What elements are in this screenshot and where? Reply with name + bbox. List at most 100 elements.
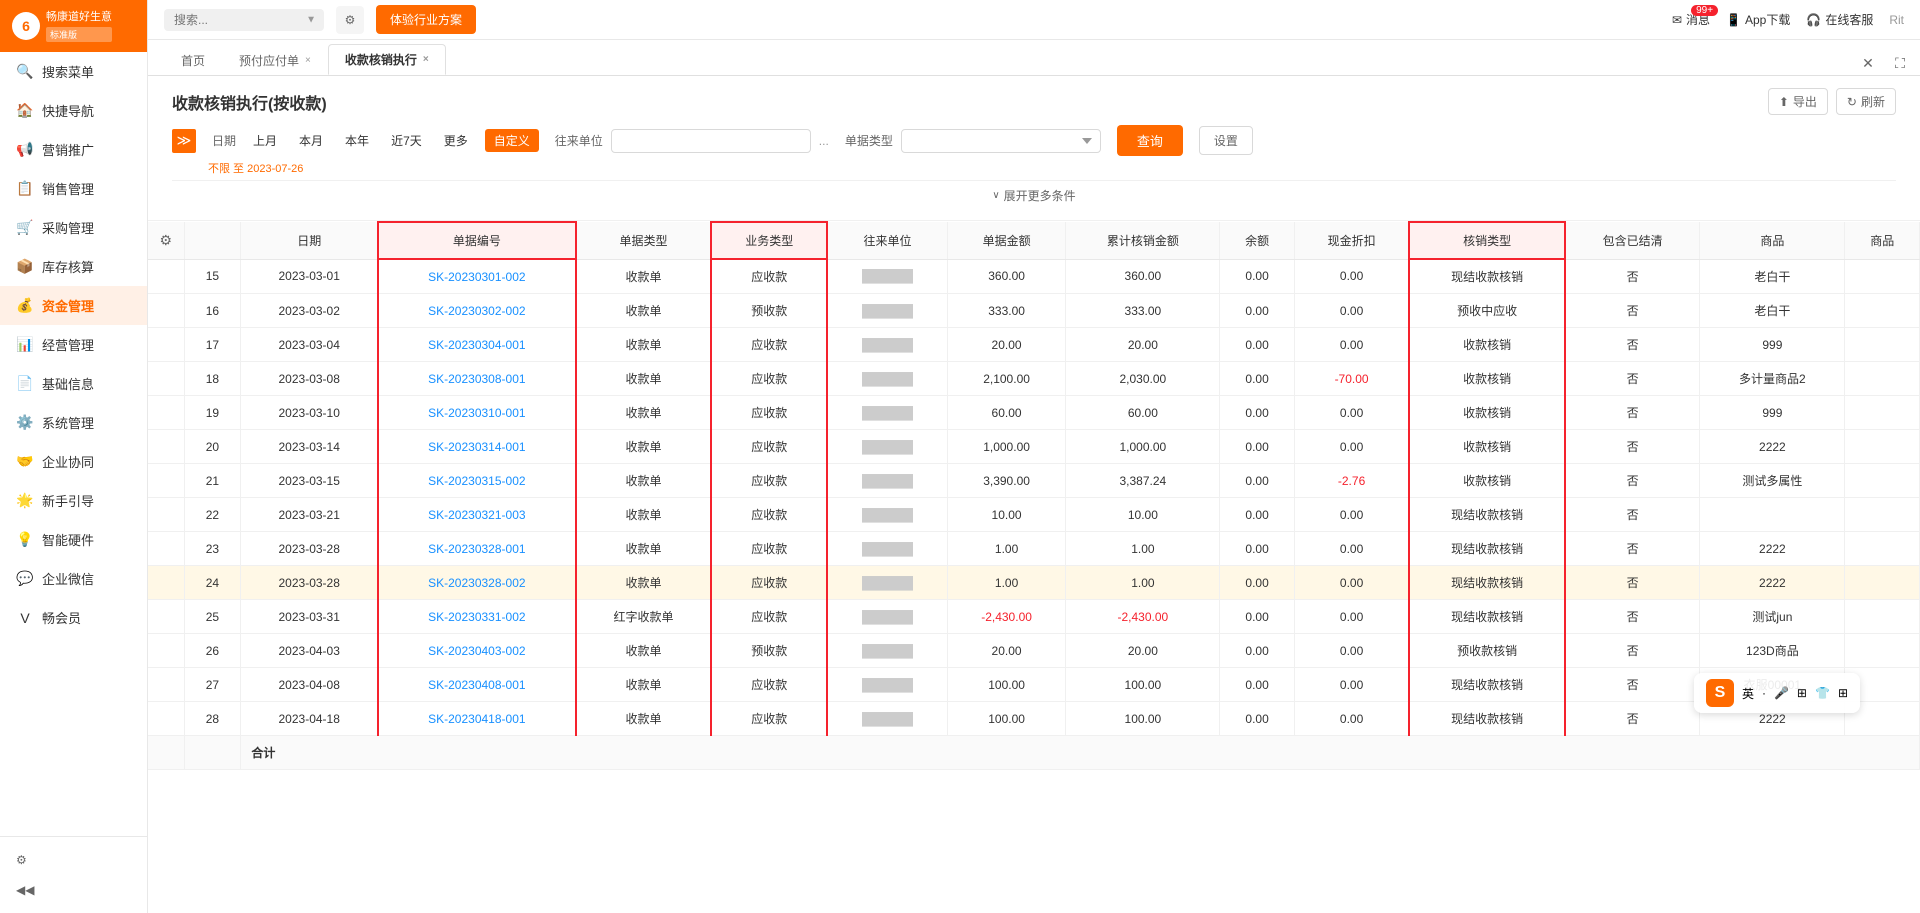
filter-date-item: 日期 上月本月本年近7天更多 自定义 [212,129,539,152]
td-biz-type: 应收款 [711,259,827,294]
sidebar-item-inventory[interactable]: 📦库存核算 [0,247,147,286]
settings-icon: ⚙ [16,853,27,867]
th-product: 商品 [1700,222,1845,259]
tab-close-receipt-cancel[interactable]: × [423,54,429,65]
bill-no-link[interactable]: SK-20230328-002 [428,576,525,590]
topbar-service[interactable]: 🎧 在线客服 [1806,11,1873,28]
sidebar-item-sales[interactable]: 📋销售管理 [0,169,147,208]
bill-no-link[interactable]: SK-20230315-002 [428,474,525,488]
date-btn-本月[interactable]: 本月 [290,129,332,152]
sidebar-item-hardware[interactable]: 💡智能硬件 [0,520,147,559]
td-gear[interactable] [148,702,184,736]
expand-btn[interactable]: ∨ 展开更多条件 [992,187,1075,204]
td-amount: 1.00 [947,566,1066,600]
bill-no-link[interactable]: SK-20230331-002 [428,610,525,624]
th-cash-discount: 现金折扣 [1294,222,1409,259]
td-gear[interactable] [148,294,184,328]
topbar-message[interactable]: ✉ 消息 99+ [1672,11,1710,28]
tab-prepay[interactable]: 预付应付单× [222,45,328,75]
td-date: 2023-03-28 [241,566,378,600]
bill-no-link[interactable]: SK-20230321-003 [428,508,525,522]
td-gear[interactable] [148,668,184,702]
topbar-gear-icon[interactable]: ⚙ [336,6,364,34]
bill-no-link[interactable]: SK-20230301-002 [428,270,525,284]
bill-no-link[interactable]: SK-20230314-001 [428,440,525,454]
filter-partner-input[interactable] [611,129,811,153]
headset-icon: 🎧 [1806,13,1821,27]
td-gear[interactable] [148,532,184,566]
td-amount: 100.00 [947,668,1066,702]
tab-expand-btn[interactable]: ⛶ [1888,51,1912,75]
sidebar-item-label-wechat: 企业微信 [42,569,94,588]
td-gear[interactable] [148,328,184,362]
topbar-search-input[interactable] [164,9,324,31]
sidebar-item-wechat[interactable]: 💬企业微信 [0,559,147,598]
table-row: 182023-03-08SK-20230308-001收款单应收款██████2… [148,362,1920,396]
footer-gear [148,736,184,770]
sidebar-item-label-sales: 销售管理 [42,179,94,198]
td-bill-type: 收款单 [576,294,712,328]
filter-toggle[interactable]: ≫ [172,129,196,153]
date-btn-上月[interactable]: 上月 [244,129,286,152]
bill-no-link[interactable]: SK-20230302-002 [428,304,525,318]
sidebar-item-search-menu[interactable]: 🔍搜索菜单 [0,52,147,91]
sidebar-bottom-collapse[interactable]: ◀◀ [0,875,147,905]
topbar-app[interactable]: 📱 App下载 [1726,11,1790,28]
tab-close-prepay[interactable]: × [305,55,311,66]
expand-label: 展开更多条件 [1004,187,1076,204]
td-product: 123D商品 [1700,634,1845,668]
td-date: 2023-03-08 [241,362,378,396]
sidebar-bottom-settings[interactable]: ⚙ [0,845,147,875]
date-btn-近7天[interactable]: 近7天 [382,129,431,152]
bill-no-link[interactable]: SK-20230308-001 [428,372,525,386]
date-btn-更多[interactable]: 更多 [435,129,477,152]
td-gear[interactable] [148,259,184,294]
sidebar-item-purchase[interactable]: 🛒采购管理 [0,208,147,247]
sidebar-item-guide[interactable]: 🌟新手引导 [0,481,147,520]
td-partner: ██████ [827,464,947,498]
td-gear[interactable] [148,498,184,532]
td-cum-cancel: 20.00 [1066,328,1220,362]
tabs-container: 首页预付应付单×收款核销执行× [164,44,446,75]
sidebar-item-system[interactable]: ⚙️系统管理 [0,403,147,442]
sidebar-item-basic[interactable]: 📄基础信息 [0,364,147,403]
gear-icon[interactable]: ⚙ [159,232,172,248]
bill-no-link[interactable]: SK-20230403-002 [428,644,525,658]
sidebar-item-corp[interactable]: 🤝企业协同 [0,442,147,481]
refresh-btn[interactable]: ↻ 刷新 [1836,88,1896,115]
bill-no-link[interactable]: SK-20230418-001 [428,712,525,726]
date-btn-本年[interactable]: 本年 [336,129,378,152]
td-gear[interactable] [148,634,184,668]
export-btn[interactable]: ⬆ 导出 [1768,88,1828,115]
query-btn[interactable]: 查询 [1117,125,1183,156]
filter-settings-btn[interactable]: 设置 [1199,126,1253,155]
td-product2 [1845,294,1920,328]
th-gear[interactable]: ⚙ [148,222,184,259]
industry-btn[interactable]: 体验行业方案 [376,5,476,34]
sidebar-item-operation[interactable]: 📊经营管理 [0,325,147,364]
td-gear[interactable] [148,464,184,498]
td-product [1700,498,1845,532]
td-date: 2023-03-10 [241,396,378,430]
td-gear[interactable] [148,396,184,430]
td-balance: 0.00 [1220,430,1294,464]
td-bill-type: 收款单 [576,396,712,430]
tab-home[interactable]: 首页 [164,45,222,75]
bill-no-link[interactable]: SK-20230408-001 [428,678,525,692]
td-gear[interactable] [148,566,184,600]
td-gear[interactable] [148,600,184,634]
bill-no-link[interactable]: SK-20230304-001 [428,338,525,352]
date-btn-custom[interactable]: 自定义 [485,129,539,152]
sidebar-item-member[interactable]: V畅会员 [0,598,147,637]
tab-receipt-cancel[interactable]: 收款核销执行× [328,44,446,75]
sidebar-item-marketing[interactable]: 📢营销推广 [0,130,147,169]
sidebar-item-finance[interactable]: 💰资金管理 [0,286,147,325]
sidebar-item-quick-nav[interactable]: 🏠快捷导航 [0,91,147,130]
td-product2 [1845,430,1920,464]
filter-bill-type-select[interactable] [901,129,1101,153]
td-gear[interactable] [148,362,184,396]
bill-no-link[interactable]: SK-20230328-001 [428,542,525,556]
td-gear[interactable] [148,430,184,464]
tab-close-btn[interactable]: ✕ [1856,51,1880,75]
bill-no-link[interactable]: SK-20230310-001 [428,406,525,420]
